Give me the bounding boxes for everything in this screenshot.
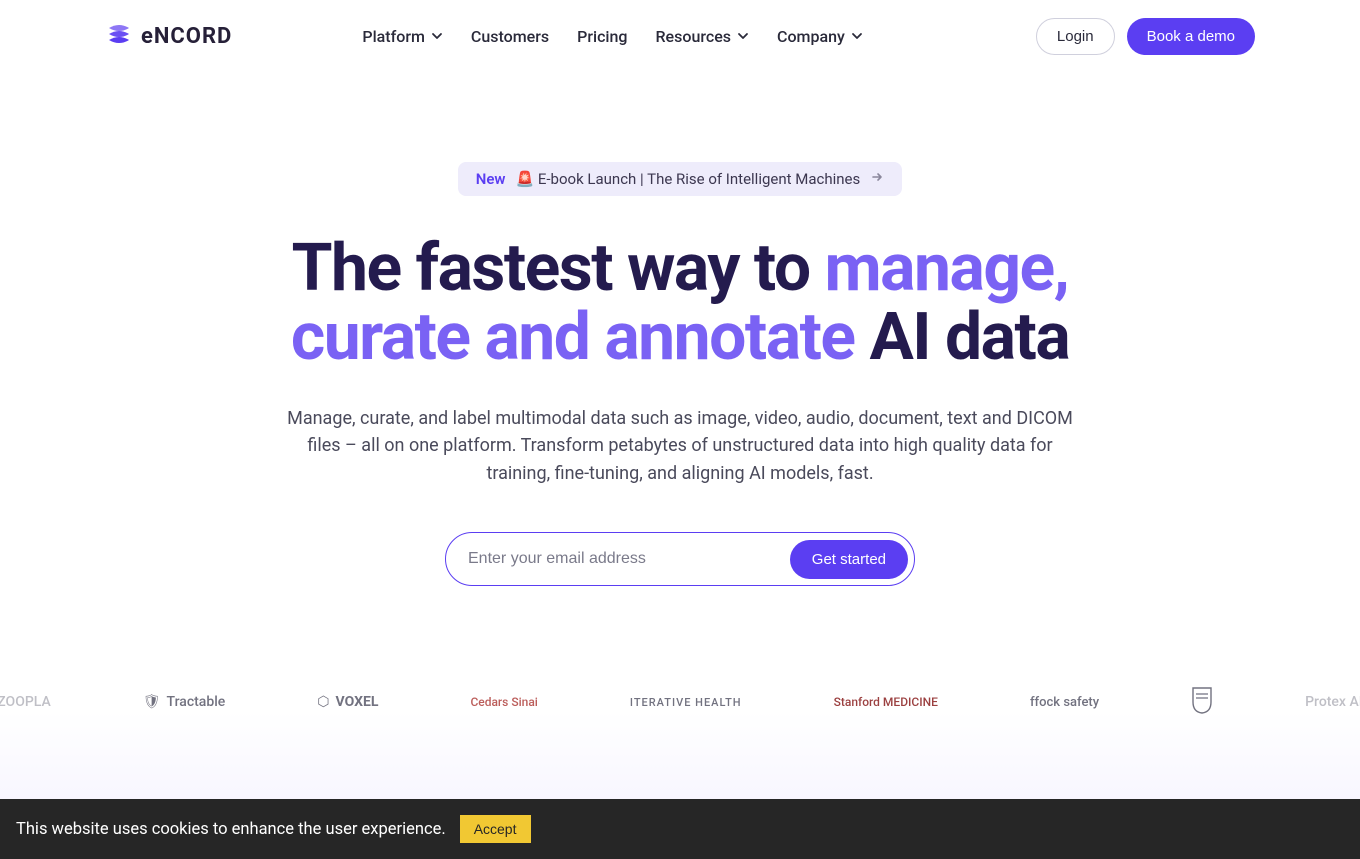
- get-started-button[interactable]: Get started: [790, 540, 908, 579]
- email-signup-form: Get started: [445, 532, 915, 586]
- announcement-text: 🚨 E-book Launch | The Rise of Intelligen…: [515, 170, 860, 188]
- nav-platform[interactable]: Platform: [362, 27, 443, 46]
- hero-subhead: Manage, curate, and label multimodal dat…: [285, 405, 1075, 489]
- arrow-right-icon: [870, 170, 884, 188]
- headline-part-2: AI data: [855, 299, 1070, 376]
- login-button[interactable]: Login: [1036, 18, 1115, 55]
- email-input[interactable]: [468, 550, 790, 568]
- client-logo-strip: ZOOPLA 🛡 Tractable ⬡ VOXEL Cedars Sinai …: [0, 686, 1360, 718]
- headline-part-1: The fastest way to: [292, 230, 825, 307]
- brand-name: eNCORD: [141, 24, 232, 49]
- chevron-down-icon: [431, 30, 443, 42]
- cookie-message: This website uses cookies to enhance the…: [16, 820, 446, 839]
- client-logo-cedars: Cedars Sinai: [470, 695, 537, 709]
- bottom-gradient: [0, 711, 1360, 801]
- nav-company[interactable]: Company: [777, 27, 863, 46]
- nav-label: Pricing: [577, 27, 627, 46]
- chevron-down-icon: [851, 30, 863, 42]
- main-nav: Platform Customers Pricing Resources Com…: [362, 27, 862, 46]
- nav-pricing[interactable]: Pricing: [577, 27, 627, 46]
- nav-label: Resources: [655, 27, 731, 46]
- client-logo-tractable: 🛡 Tractable: [143, 694, 226, 710]
- client-logo-voxel: ⬡ VOXEL: [317, 694, 378, 710]
- announcement-pill[interactable]: New 🚨 E-book Launch | The Rise of Intell…: [458, 162, 903, 196]
- cookie-banner: This website uses cookies to enhance the…: [0, 799, 1360, 859]
- client-logo-philips: [1191, 686, 1213, 718]
- cookie-accept-button[interactable]: Accept: [460, 815, 531, 843]
- client-logo-protex: Protex AI: [1305, 694, 1360, 710]
- site-header: eNCORD Platform Customers Pricing Resour…: [0, 0, 1360, 72]
- hero-headline: The fastest way to manage, curate and an…: [220, 234, 1140, 373]
- nav-customers[interactable]: Customers: [471, 27, 549, 46]
- nav-label: Company: [777, 27, 845, 46]
- client-logo-zoopla: ZOOPLA: [0, 694, 51, 710]
- chevron-down-icon: [737, 30, 749, 42]
- nav-label: Platform: [362, 27, 425, 46]
- header-actions: Login Book a demo: [1036, 18, 1255, 55]
- shield-icon: 🛡: [143, 694, 161, 710]
- client-logo-iterative: ITERATIVE HEALTH: [630, 696, 742, 709]
- brand-logo[interactable]: eNCORD: [105, 20, 232, 52]
- book-demo-button[interactable]: Book a demo: [1127, 18, 1255, 55]
- client-logo-flock: ffock safety: [1030, 695, 1099, 710]
- nav-resources[interactable]: Resources: [655, 27, 749, 46]
- brand-logo-icon: [105, 20, 133, 52]
- hexagon-icon: ⬡: [317, 694, 329, 710]
- philips-shield-icon: [1191, 686, 1213, 718]
- nav-label: Customers: [471, 27, 549, 46]
- hero-section: New 🚨 E-book Launch | The Rise of Intell…: [0, 72, 1360, 718]
- client-logo-stanford: Stanford MEDICINE: [834, 695, 938, 709]
- announcement-tag: New: [476, 170, 506, 188]
